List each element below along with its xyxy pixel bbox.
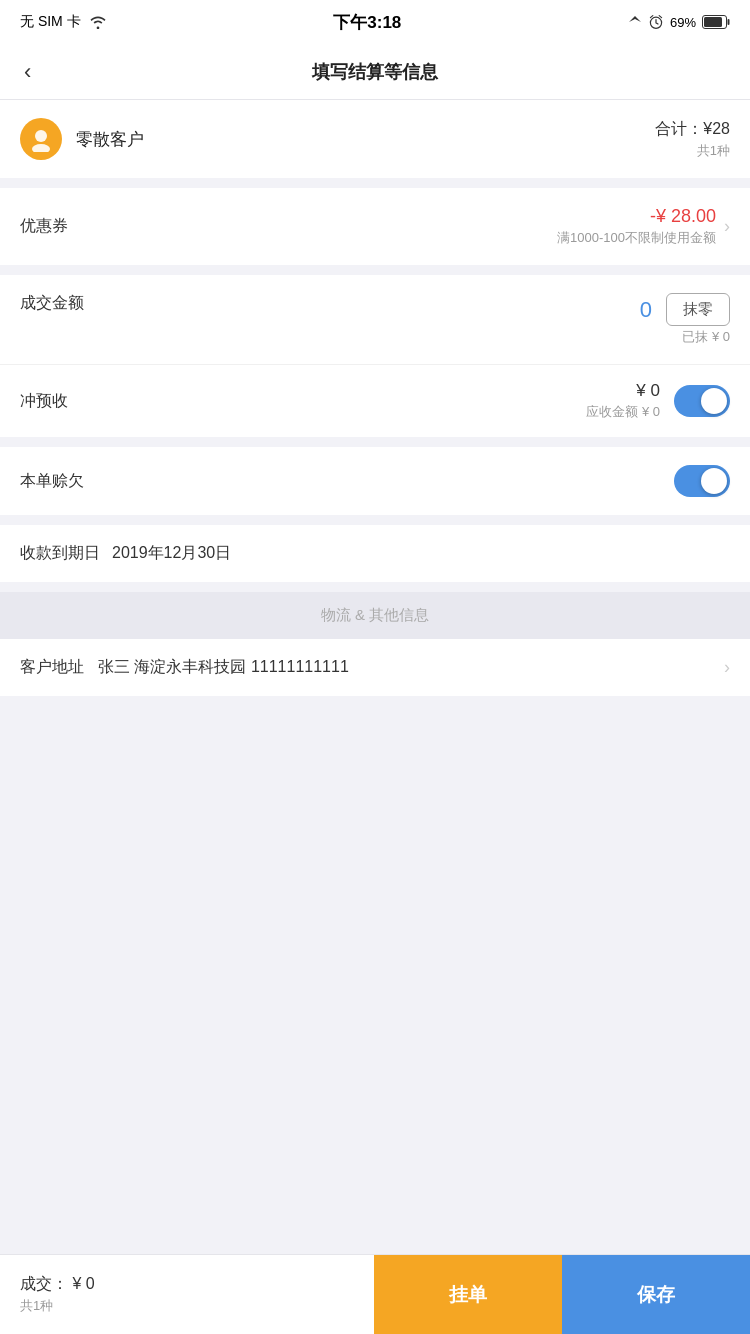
prepay-toggle[interactable]	[674, 385, 730, 417]
customer-name: 零散客户	[76, 128, 144, 151]
wifi-icon	[89, 15, 107, 29]
address-section[interactable]: 客户地址 张三 海淀永丰科技园 11111111111 ›	[0, 639, 750, 696]
prepay-value: ¥ 0	[586, 381, 660, 401]
coupon-value: -¥ 28.00	[557, 206, 716, 227]
status-bar: 无 SIM 卡 下午3:18 69%	[0, 0, 750, 44]
bottom-trade: 成交： ¥ 0	[20, 1274, 354, 1295]
content: 零散客户 合计：¥28 共1种 优惠券 -¥ 28.00 满1000-100不限…	[0, 100, 750, 956]
status-time: 下午3:18	[333, 11, 401, 34]
customer-total: 合计：¥28	[655, 119, 730, 140]
due-date-label: 收款到期日	[20, 543, 100, 564]
bottom-count: 共1种	[20, 1297, 354, 1315]
coupon-sub: 满1000-100不限制使用金额	[557, 229, 716, 247]
debt-toggle[interactable]	[674, 465, 730, 497]
prepay-row: 冲预收 ¥ 0 应收金额 ¥ 0	[0, 365, 750, 437]
pending-button[interactable]: 挂单	[374, 1255, 562, 1335]
coupon-right: -¥ 28.00 满1000-100不限制使用金额 ›	[557, 206, 730, 247]
svg-point-4	[35, 130, 47, 142]
save-button[interactable]: 保存	[562, 1255, 750, 1335]
prepay-sub: 应收金额 ¥ 0	[586, 403, 660, 421]
bottom-trade-value: ¥ 0	[72, 1275, 94, 1292]
coupon-chevron-icon: ›	[724, 216, 730, 237]
debt-section: 本单赊欠	[0, 447, 750, 515]
trade-amount-row: 成交金额 0 抹零 已抹 ¥ 0	[0, 275, 750, 365]
no-sim-text: 无 SIM 卡	[20, 13, 81, 31]
coupon-row[interactable]: 优惠券 -¥ 28.00 满1000-100不限制使用金额 ›	[0, 188, 750, 265]
location-icon	[628, 15, 642, 29]
trade-amount-label: 成交金额	[20, 293, 84, 314]
customer-row[interactable]: 零散客户 合计：¥28 共1种	[0, 100, 750, 178]
bottom-bar: 成交： ¥ 0 共1种 挂单 保存	[0, 1254, 750, 1334]
address-value: 张三 海淀永丰科技园 11111111111	[98, 657, 724, 678]
amount-right: 0 抹零	[640, 293, 730, 326]
battery-icon	[702, 15, 730, 29]
customer-left: 零散客户	[20, 118, 144, 160]
coupon-info: -¥ 28.00 满1000-100不限制使用金额	[557, 206, 716, 247]
round-zero-button[interactable]: 抹零	[666, 293, 730, 326]
bottom-trade-label: 成交：	[20, 1275, 68, 1292]
alarm-icon	[648, 14, 664, 30]
prepay-info: ¥ 0 应收金额 ¥ 0	[586, 381, 660, 421]
amount-value: 0	[640, 297, 652, 323]
customer-count: 共1种	[655, 142, 730, 160]
address-chevron-icon: ›	[724, 657, 730, 678]
bottom-spacer	[0, 706, 750, 866]
customer-avatar	[20, 118, 62, 160]
debt-label: 本单赊欠	[20, 471, 84, 492]
svg-rect-2	[727, 19, 729, 25]
prepay-label: 冲预收	[20, 391, 68, 412]
amount-section: 成交金额 0 抹零 已抹 ¥ 0 冲预收 ¥ 0 应收金额 ¥ 0	[0, 275, 750, 437]
page-title: 填写结算等信息	[312, 60, 438, 84]
status-right: 69%	[628, 14, 730, 30]
nav-bar: ‹ 填写结算等信息	[0, 44, 750, 100]
svg-point-5	[32, 144, 50, 152]
coupon-label: 优惠券	[20, 216, 68, 237]
date-section: 收款到期日 2019年12月30日	[0, 525, 750, 582]
customer-total-right: 合计：¥28 共1种	[655, 119, 730, 160]
svg-rect-3	[704, 17, 722, 27]
logistics-label: 物流 & 其他信息	[321, 606, 429, 623]
battery-percent: 69%	[670, 15, 696, 30]
prepay-right: ¥ 0 应收金额 ¥ 0	[586, 381, 730, 421]
status-left: 无 SIM 卡	[20, 13, 107, 31]
bottom-left: 成交： ¥ 0 共1种	[0, 1274, 374, 1315]
logistics-divider: 物流 & 其他信息	[0, 592, 750, 639]
back-button[interactable]: ‹	[16, 51, 39, 93]
address-label: 客户地址	[20, 657, 84, 678]
due-date-value: 2019年12月30日	[112, 543, 231, 564]
amount-sub: 已抹 ¥ 0	[682, 328, 730, 346]
